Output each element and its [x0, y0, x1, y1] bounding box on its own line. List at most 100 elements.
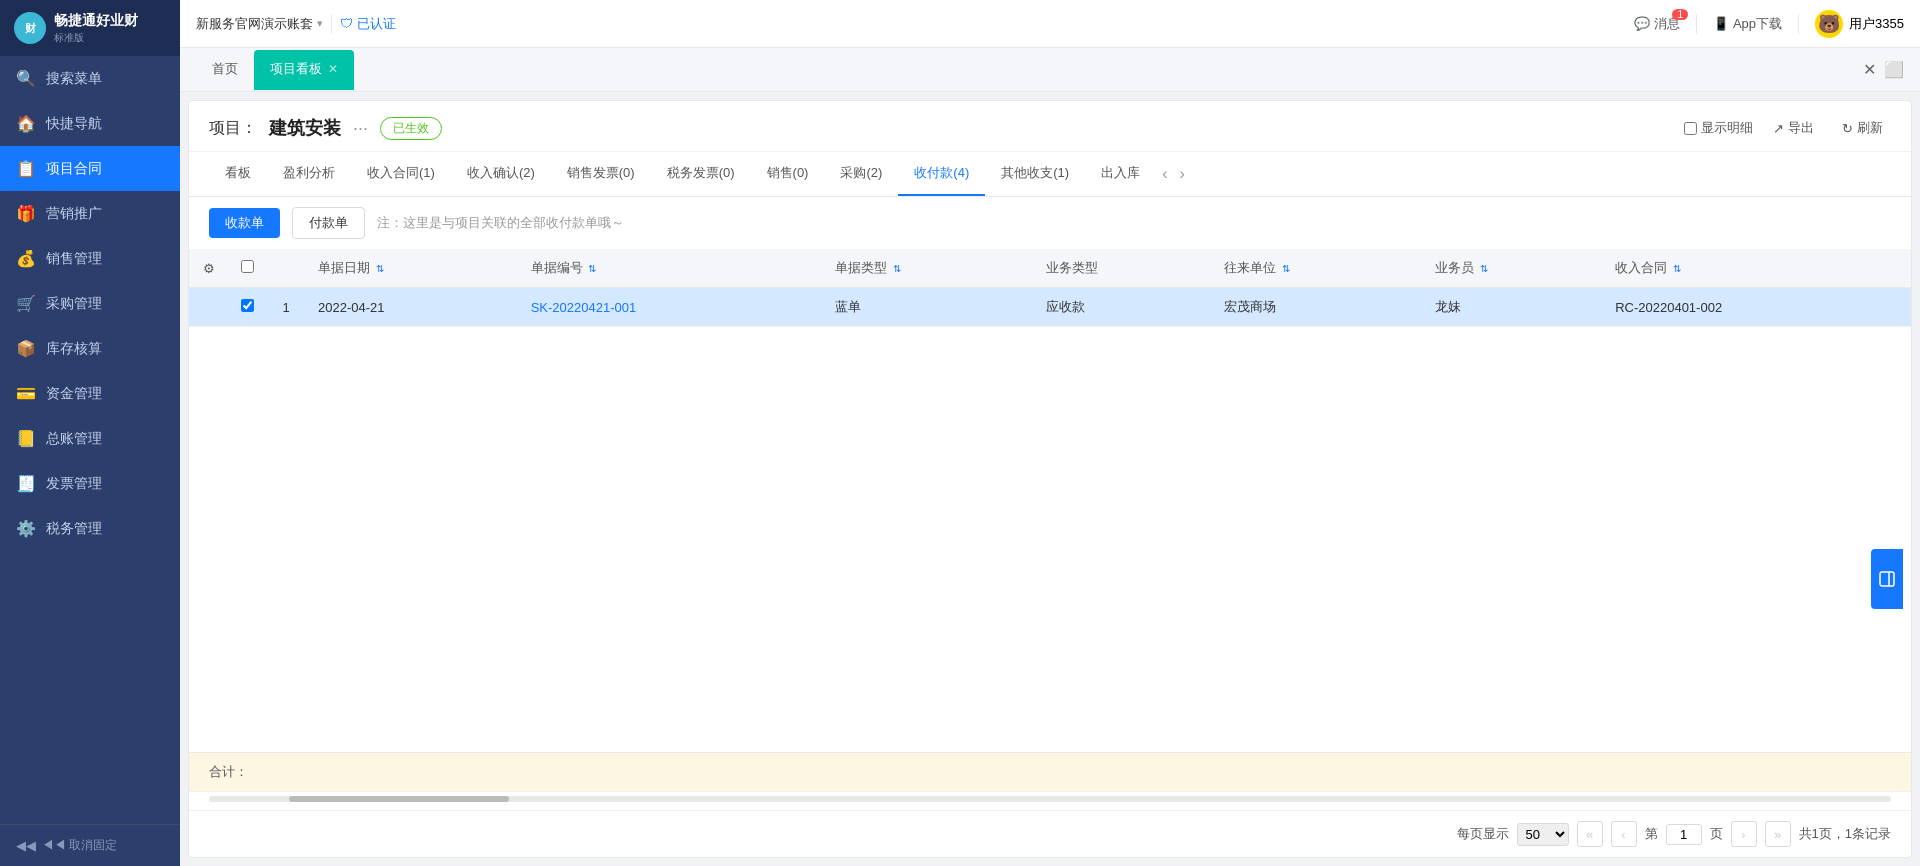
per-page-label: 每页显示: [1457, 825, 1509, 843]
subnav-kanban[interactable]: 看板: [209, 152, 267, 196]
more-actions-icon[interactable]: ···: [353, 118, 368, 139]
refresh-button[interactable]: ↻ 刷新: [1834, 115, 1891, 141]
sort-icon: ⇅: [1480, 263, 1488, 274]
subnav-receipt[interactable]: 收付款(4): [898, 152, 985, 196]
sidebar-nav: 🔍 搜索菜单 🏠 快捷导航 📋 项目合同 🎁 营销推广 💰 销售管理 🛒 采购管…: [0, 56, 180, 824]
per-page-select[interactable]: 50 100 200: [1517, 823, 1569, 846]
row-checkbox-cell[interactable]: [229, 288, 266, 327]
sidebar-item-marketing[interactable]: 🎁 营销推广: [0, 191, 180, 236]
tab-project-board[interactable]: 项目看板 ✕: [254, 50, 354, 90]
refresh-icon: ↻: [1842, 121, 1853, 136]
date-column-header[interactable]: 单据日期 ⇅: [306, 249, 519, 288]
sidebar-version: 标准版: [54, 31, 138, 45]
salesman-column-header[interactable]: 业务员 ⇅: [1423, 249, 1603, 288]
unpin-button[interactable]: ◀◀ ◀◀ 取消固定: [0, 824, 180, 866]
pagination: 每页显示 50 100 200 « ‹ 第 页 › » 共1页，1条记录: [189, 810, 1911, 857]
demo-account[interactable]: 新服务官网演示账套 ▾: [196, 15, 323, 33]
subnav-income-confirm[interactable]: 收入确认(2): [451, 152, 551, 196]
maximize-icon[interactable]: ⬜: [1884, 60, 1904, 79]
row-partner-cell: 宏茂商场: [1212, 288, 1423, 327]
subnav-inout[interactable]: 出入库: [1085, 152, 1156, 196]
filter-note: 注：这里是与项目关联的全部收付款单哦～: [377, 214, 624, 232]
message-badge: 1: [1672, 9, 1688, 20]
total-pages-label: 共1页，1条记录: [1799, 825, 1891, 843]
settings-column-header[interactable]: ⚙: [189, 249, 229, 288]
sidebar-item-contract[interactable]: 📋 项目合同: [0, 146, 180, 191]
gift-icon: 🎁: [16, 204, 36, 223]
prev-page-button[interactable]: ‹: [1611, 821, 1637, 847]
select-all-checkbox[interactable]: [241, 260, 254, 273]
sidebar-item-search[interactable]: 🔍 搜索菜单: [0, 56, 180, 101]
project-name: 建筑安装: [269, 116, 341, 140]
show-detail-checkbox[interactable]: 显示明细: [1684, 119, 1753, 137]
search-icon: 🔍: [16, 69, 36, 88]
subnav-other-expense[interactable]: 其他收支(1): [985, 152, 1085, 196]
sales-icon: 💰: [16, 249, 36, 268]
subnav-sales-invoice[interactable]: 销售发票(0): [551, 152, 651, 196]
sort-icon: ⇅: [376, 263, 384, 274]
sidebar-item-label: 项目合同: [46, 160, 102, 178]
sidebar-item-label: 采购管理: [46, 295, 102, 313]
last-page-button[interactable]: »: [1765, 821, 1791, 847]
close-window-icon[interactable]: ✕: [1863, 60, 1876, 79]
subnav-prev-arrow[interactable]: ‹: [1156, 165, 1173, 183]
home-icon: 🏠: [16, 114, 36, 133]
total-label: 合计：: [209, 763, 248, 781]
subnav-tax-invoice[interactable]: 税务发票(0): [651, 152, 751, 196]
message-icon: 💬: [1634, 16, 1650, 31]
subnav-next-arrow[interactable]: ›: [1173, 165, 1190, 183]
sidebar-item-label: 总账管理: [46, 430, 102, 448]
sidebar-item-label: 资金管理: [46, 385, 102, 403]
sidebar-item-label: 库存核算: [46, 340, 102, 358]
document-link[interactable]: SK-20220421-001: [531, 300, 637, 315]
sidebar-item-quick[interactable]: 🏠 快捷导航: [0, 101, 180, 146]
income-contract-column-header[interactable]: 收入合同 ⇅: [1603, 249, 1911, 288]
sort-icon: ⇅: [1282, 263, 1290, 274]
checkbox-column-header: [229, 249, 266, 288]
export-button[interactable]: ↗ 导出: [1765, 115, 1822, 141]
app-download-button[interactable]: 📱 App下载: [1713, 15, 1782, 33]
sidebar-logo: 财: [14, 12, 46, 44]
partner-column-header[interactable]: 往来单位 ⇅: [1212, 249, 1423, 288]
sidebar-item-ledger[interactable]: 📒 总账管理: [0, 416, 180, 461]
current-page-input[interactable]: [1666, 824, 1702, 845]
chevron-down-icon: ▾: [317, 17, 323, 30]
subnav-sales[interactable]: 销售(0): [751, 152, 825, 196]
project-status-badge: 已生效: [380, 117, 442, 140]
main-area: 新服务官网演示账套 ▾ 🛡 已认证 💬 消息 1 📱 App下载 🐻: [180, 0, 1920, 866]
row-code-cell[interactable]: SK-20220421-001: [519, 288, 823, 327]
subnav-income-contract[interactable]: 收入合同(1): [351, 152, 451, 196]
subnav-purchase[interactable]: 采购(2): [824, 152, 898, 196]
type-column-header[interactable]: 单据类型 ⇅: [823, 249, 1034, 288]
horizontal-scrollbar[interactable]: [189, 791, 1911, 810]
subnav-profit[interactable]: 盈利分析: [267, 152, 351, 196]
sidebar-item-tax[interactable]: ⚙️ 税务管理: [0, 506, 180, 551]
row-salesman-cell: 龙妹: [1423, 288, 1603, 327]
next-page-button[interactable]: ›: [1731, 821, 1757, 847]
sidebar-item-fund[interactable]: 💳 资金管理: [0, 371, 180, 416]
table-row[interactable]: 1 2022-04-21 SK-20220421-001 蓝单 应收款: [189, 288, 1911, 327]
tab-home[interactable]: 首页: [196, 50, 254, 90]
page-prefix: 第: [1645, 825, 1658, 843]
sidebar-item-purchase[interactable]: 🛒 采购管理: [0, 281, 180, 326]
page-suffix: 页: [1710, 825, 1723, 843]
tab-close-icon[interactable]: ✕: [328, 62, 338, 76]
code-column-header[interactable]: 单据编号 ⇅: [519, 249, 823, 288]
first-page-button[interactable]: «: [1577, 821, 1603, 847]
filterbar: 收款单 付款单 注：这里是与项目关联的全部收付款单哦～: [189, 197, 1911, 249]
user-menu[interactable]: 🐻 用户3355: [1815, 10, 1904, 38]
sidebar-item-inventory[interactable]: 📦 库存核算: [0, 326, 180, 371]
data-table-wrap: ⚙ 单据日期 ⇅ 单据编号 ⇅: [189, 249, 1911, 752]
data-table: ⚙ 单据日期 ⇅ 单据编号 ⇅: [189, 249, 1911, 327]
sidebar-item-invoice[interactable]: 🧾 发票管理: [0, 461, 180, 506]
sidebar-item-label: 发票管理: [46, 475, 102, 493]
export-icon: ↗: [1773, 121, 1784, 136]
row-checkbox[interactable]: [241, 299, 254, 312]
payment-filter-button[interactable]: 付款单: [292, 207, 365, 239]
receipt-filter-button[interactable]: 收款单: [209, 208, 280, 238]
sidebar-item-sales[interactable]: 💰 销售管理: [0, 236, 180, 281]
project-prefix: 项目：: [209, 118, 257, 139]
message-button[interactable]: 💬 消息 1: [1634, 15, 1680, 33]
side-panel-toggle[interactable]: [1871, 549, 1903, 609]
subnav: 看板 盈利分析 收入合同(1) 收入确认(2) 销售发票(0) 税务发票(0) …: [189, 152, 1911, 197]
